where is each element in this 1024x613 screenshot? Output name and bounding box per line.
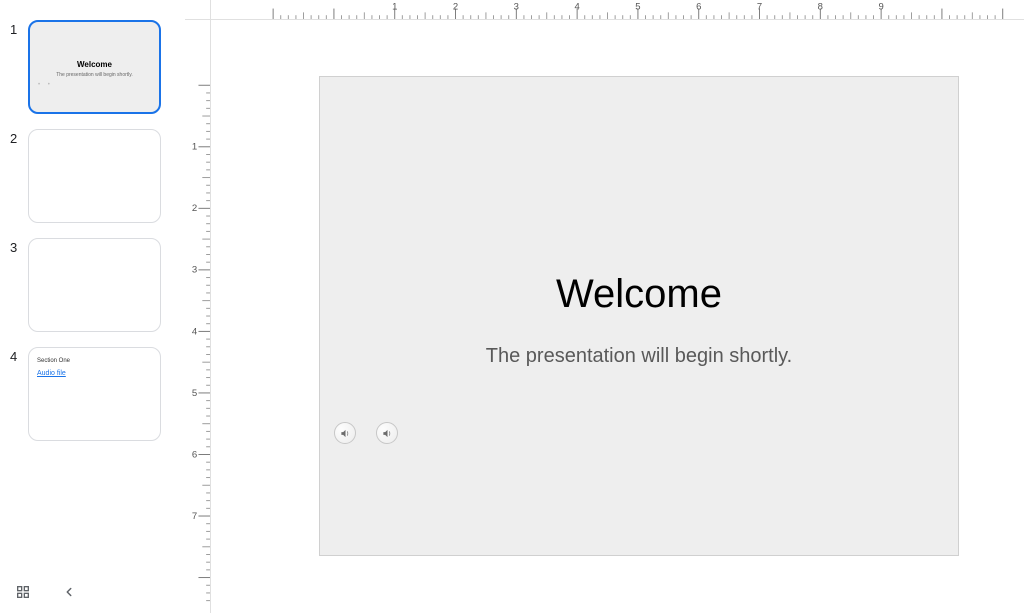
slide-subtitle-text[interactable]: The presentation will begin shortly. [320, 345, 958, 368]
collapse-panel-button[interactable] [60, 583, 78, 601]
app-root: 1 Welcome The presentation will begin sh… [0, 0, 1024, 613]
thumb-number: 2 [10, 129, 28, 146]
grid-view-button[interactable] [14, 583, 32, 601]
ruler-corner [185, 0, 211, 20]
svg-text:9: 9 [878, 2, 883, 13]
thumb-number: 1 [10, 20, 28, 37]
svg-text:1: 1 [192, 142, 197, 153]
canvas-area: 1 2 3 4 5 6 7 8 9 1 2 3 4 5 6 7 Welcome The presentati… [185, 0, 1024, 613]
svg-text:3: 3 [514, 2, 519, 13]
svg-text:2: 2 [453, 2, 458, 13]
thumb-title: Welcome [30, 60, 159, 69]
svg-text:7: 7 [757, 2, 762, 13]
svg-text:2: 2 [192, 203, 197, 214]
thumb-number: 3 [10, 238, 28, 255]
slide-thumbnail-4[interactable]: Section One Audio file [28, 347, 161, 441]
svg-text:4: 4 [574, 2, 579, 13]
thumb-row-4: 4 Section One Audio file [10, 347, 175, 441]
vertical-ruler[interactable]: 1 2 3 4 5 6 7 [185, 20, 211, 613]
svg-text:1: 1 [392, 2, 397, 13]
thumb-subtitle: The presentation will begin shortly. [30, 72, 159, 78]
thumb-row-1: 1 Welcome The presentation will begin sh… [10, 20, 175, 114]
thumb-row-3: 3 [10, 238, 175, 332]
svg-text:5: 5 [192, 388, 197, 399]
audio-object-1[interactable] [334, 422, 356, 444]
slide-thumbnail-2[interactable] [28, 129, 161, 223]
thumb-audio-dots: • • [38, 82, 53, 88]
svg-text:3: 3 [192, 265, 197, 276]
thumb-row-2: 2 [10, 129, 175, 223]
svg-text:4: 4 [192, 326, 198, 337]
thumb-audio-link: Audio file [37, 370, 66, 377]
thumb-number: 4 [10, 347, 28, 364]
slide-stage[interactable]: Welcome The presentation will begin shor… [211, 20, 1024, 613]
audio-object-2[interactable] [376, 422, 398, 444]
svg-text:5: 5 [635, 2, 640, 13]
slide-panel: 1 Welcome The presentation will begin sh… [0, 0, 185, 613]
svg-text:6: 6 [696, 2, 701, 13]
svg-text:6: 6 [192, 449, 197, 460]
slide-thumbnail-1[interactable]: Welcome The presentation will begin shor… [28, 20, 161, 114]
thumb-section-heading: Section One [37, 358, 70, 364]
horizontal-ruler[interactable]: 1 2 3 4 5 6 7 8 9 [211, 0, 1024, 20]
svg-text:7: 7 [192, 511, 197, 522]
current-slide[interactable]: Welcome The presentation will begin shor… [319, 76, 959, 556]
slide-title-text[interactable]: Welcome [320, 272, 958, 317]
slide-thumbnail-3[interactable] [28, 238, 161, 332]
svg-text:8: 8 [818, 2, 823, 13]
panel-footer [14, 583, 78, 601]
